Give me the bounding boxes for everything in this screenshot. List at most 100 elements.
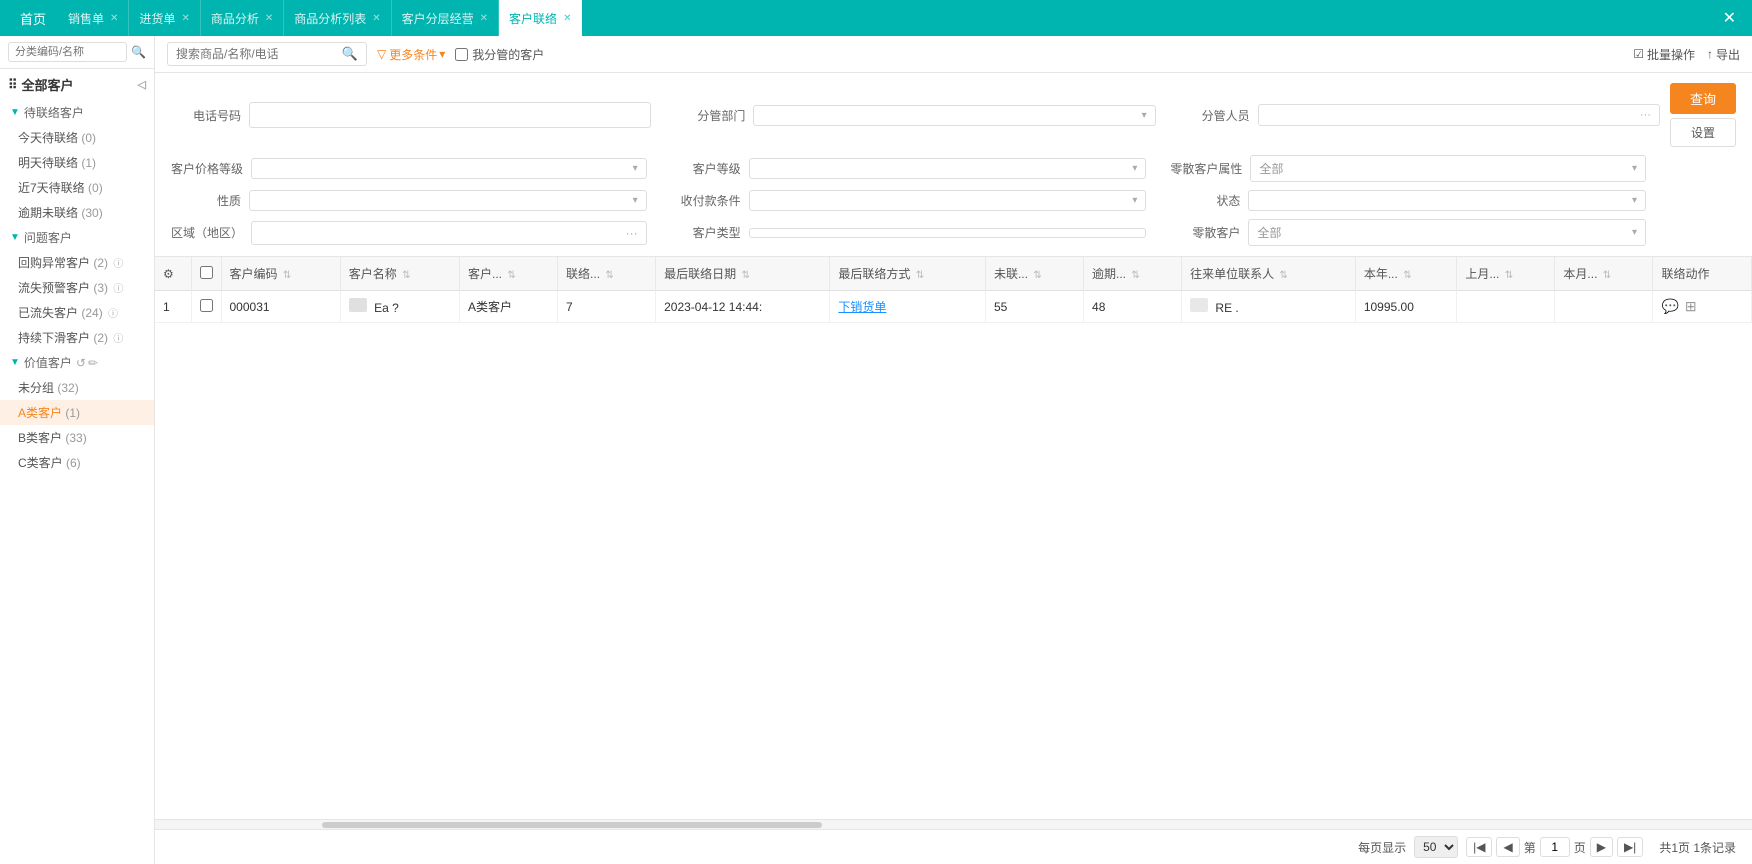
close-icon[interactable]: ✕ — [563, 13, 571, 24]
sidebar-item-today-pending[interactable]: 今天待联络 (0) — [0, 125, 154, 150]
gear-icon[interactable]: ⚙ — [163, 267, 174, 281]
sidebar-item-class-b[interactable]: B类客户 (33) — [0, 425, 154, 450]
area-select[interactable]: ··· — [251, 221, 647, 245]
sidebar-item-overdue-contact[interactable]: 逾期未联络 (30) — [0, 200, 154, 225]
dept-label: 分管部门 — [675, 107, 745, 124]
close-icon[interactable]: ✕ — [480, 13, 488, 24]
sidebar-group-problem-customers[interactable]: ▼ 问题客户 — [0, 225, 154, 250]
customer-level-select[interactable]: ▾ — [749, 158, 1147, 179]
sidebar-item-churn-warning[interactable]: 流失预警客户 (3) ⓘ — [0, 275, 154, 300]
sidebar-item-unclassified[interactable]: 未分组 (32) — [0, 375, 154, 400]
expand-arrow-icon: ▼ — [10, 232, 20, 243]
nav-tab-sales[interactable]: 销售单 ✕ — [58, 0, 129, 36]
per-page-select[interactable]: 50 — [1414, 836, 1458, 858]
my-customers-checkbox[interactable]: 我分管的客户 — [455, 46, 544, 63]
action-buttons: 查询 设置 — [1670, 83, 1736, 147]
payment-label: 收付款条件 — [671, 192, 741, 209]
group-label: 价值客户 — [24, 354, 72, 371]
person-select[interactable]: ··· — [1258, 104, 1660, 126]
ellipsis-icon[interactable]: ··· — [1640, 109, 1651, 121]
nav-tab-label: 进货单 — [139, 10, 175, 27]
gear-column-header[interactable]: ⚙ — [155, 257, 191, 291]
query-button[interactable]: 查询 — [1670, 83, 1736, 114]
next-page-button[interactable]: ▶ — [1590, 837, 1613, 857]
last-contact-link[interactable]: 下销货单 — [838, 300, 886, 314]
sidebar-item-churned[interactable]: 已流失客户 (24) ⓘ — [0, 300, 154, 325]
close-icon[interactable]: ✕ — [110, 13, 118, 24]
sort-icon: ⇅ — [1603, 270, 1611, 281]
export-button[interactable]: ↑ 导出 — [1707, 46, 1740, 63]
dept-select[interactable]: ▾ — [753, 105, 1155, 126]
setting-button[interactable]: 设置 — [1670, 118, 1736, 147]
filter-cell-area: 区域（地区） ··· — [171, 221, 647, 245]
close-icon[interactable]: ✕ — [181, 13, 189, 24]
sidebar-all-customers[interactable]: ⠿ 全部客户 ◁ — [0, 69, 154, 100]
nav-tab-product-list[interactable]: 商品分析列表 ✕ — [284, 0, 391, 36]
price-level-label: 客户价格等级 — [171, 160, 243, 177]
retail-attr-select[interactable]: 全部 ▾ — [1250, 155, 1646, 182]
qr-icon[interactable]: ⊞ — [1685, 298, 1697, 315]
phone-input[interactable] — [249, 102, 651, 128]
close-icon[interactable]: ✕ — [265, 13, 273, 24]
col-header-last-contact-method: 最后联络方式 ⇅ — [830, 257, 986, 291]
close-icon[interactable]: ✕ — [372, 13, 380, 24]
retail-attr-value: 全部 — [1259, 160, 1283, 177]
sidebar-item-declining[interactable]: 持续下滑客户 (2) ⓘ — [0, 325, 154, 350]
prev-page-button[interactable]: ◀ — [1496, 837, 1519, 857]
first-page-button[interactable]: |◀ — [1466, 837, 1492, 857]
more-conditions-button[interactable]: ▽ 更多条件 ▾ — [377, 46, 445, 63]
refresh-icon[interactable]: ↺ — [76, 356, 86, 370]
chat-icon[interactable]: 💬 — [1661, 298, 1678, 315]
sidebar-item-repurchase-anomaly[interactable]: 回购异常客户 (2) ⓘ — [0, 250, 154, 275]
info-icon: ⓘ — [108, 309, 118, 320]
nav-tab-product-analysis[interactable]: 商品分析 ✕ — [201, 0, 284, 36]
retail-customer-select[interactable]: 全部 ▾ — [1248, 219, 1646, 246]
row-checkbox[interactable] — [191, 291, 221, 323]
row-index: 1 — [155, 291, 191, 323]
horizontal-scrollbar[interactable] — [155, 819, 1752, 829]
info-icon: ⓘ — [113, 334, 123, 345]
collapse-icon[interactable]: ◁ — [138, 78, 146, 91]
sidebar-search-input[interactable] — [8, 42, 127, 62]
row-no-contact: 55 — [985, 291, 1083, 323]
home-tab[interactable]: 首页 — [8, 9, 58, 28]
sidebar-group-value-customers[interactable]: ▼ 价值客户 ↺ ✏ — [0, 350, 154, 375]
content-area: 🔍 ▽ 更多条件 ▾ 我分管的客户 ☑ 批量操作 ↑ 导出 — [155, 36, 1752, 864]
row-select-checkbox[interactable] — [200, 299, 213, 312]
status-select[interactable]: ▾ — [1248, 190, 1646, 211]
nav-tab-customer-tier[interactable]: 客户分层经营 ✕ — [392, 0, 499, 36]
sort-icon: ⇅ — [741, 270, 749, 281]
window-close-button[interactable]: ✕ — [1715, 8, 1744, 28]
filter-search-input[interactable] — [176, 47, 342, 61]
sidebar-item-tomorrow-pending[interactable]: 明天待联络 (1) — [0, 150, 154, 175]
nature-label: 性质 — [171, 192, 241, 209]
batch-operation-button[interactable]: ☑ 批量操作 — [1633, 46, 1695, 63]
select-all-checkbox[interactable] — [200, 266, 213, 279]
last-page-button[interactable]: ▶| — [1617, 837, 1643, 857]
col-header-no-contact: 未联... ⇅ — [985, 257, 1083, 291]
scrollbar-thumb[interactable] — [322, 822, 822, 828]
edit-icon[interactable]: ✏ — [88, 356, 98, 370]
pagination: |◀ ◀ 第 页 ▶ ▶| — [1466, 837, 1643, 857]
search-icon[interactable]: 🔍 — [131, 45, 146, 59]
page-number-input[interactable] — [1540, 837, 1570, 857]
payment-select[interactable]: ▾ — [749, 190, 1147, 211]
nav-tab-customer-contact[interactable]: 客户联络 ✕ — [499, 0, 582, 36]
price-level-select[interactable]: ▾ — [251, 158, 647, 179]
table-row: 1 000031 Ea ? A类客户 7 2023-04-12 14:44: — [155, 291, 1752, 323]
sidebar-item-7day-pending[interactable]: 近7天待联络 (0) — [0, 175, 154, 200]
sidebar-item-class-a[interactable]: A类客户 (1) — [0, 400, 154, 425]
filter-row-3: 性质 ▾ 收付款条件 ▾ 状态 — [171, 190, 1736, 211]
nav-tab-label: 商品分析列表 — [294, 10, 366, 27]
sidebar-item-class-c[interactable]: C类客户 (6) — [0, 450, 154, 475]
sidebar-group-pending-contact[interactable]: ▼ 待联络客户 — [0, 100, 154, 125]
search-icon[interactable]: 🔍 — [342, 46, 358, 62]
my-customers-check[interactable] — [455, 48, 468, 61]
top-nav-right: ✕ — [1715, 8, 1744, 28]
sort-icon: ⇅ — [402, 270, 410, 281]
col-header-overdue: 逾期... ⇅ — [1084, 257, 1182, 291]
customer-type-select[interactable] — [749, 228, 1147, 238]
nature-select[interactable]: ▾ — [249, 190, 647, 211]
nav-tab-purchase[interactable]: 进货单 ✕ — [129, 0, 200, 36]
filter-cell-nature: 性质 ▾ — [171, 190, 647, 211]
